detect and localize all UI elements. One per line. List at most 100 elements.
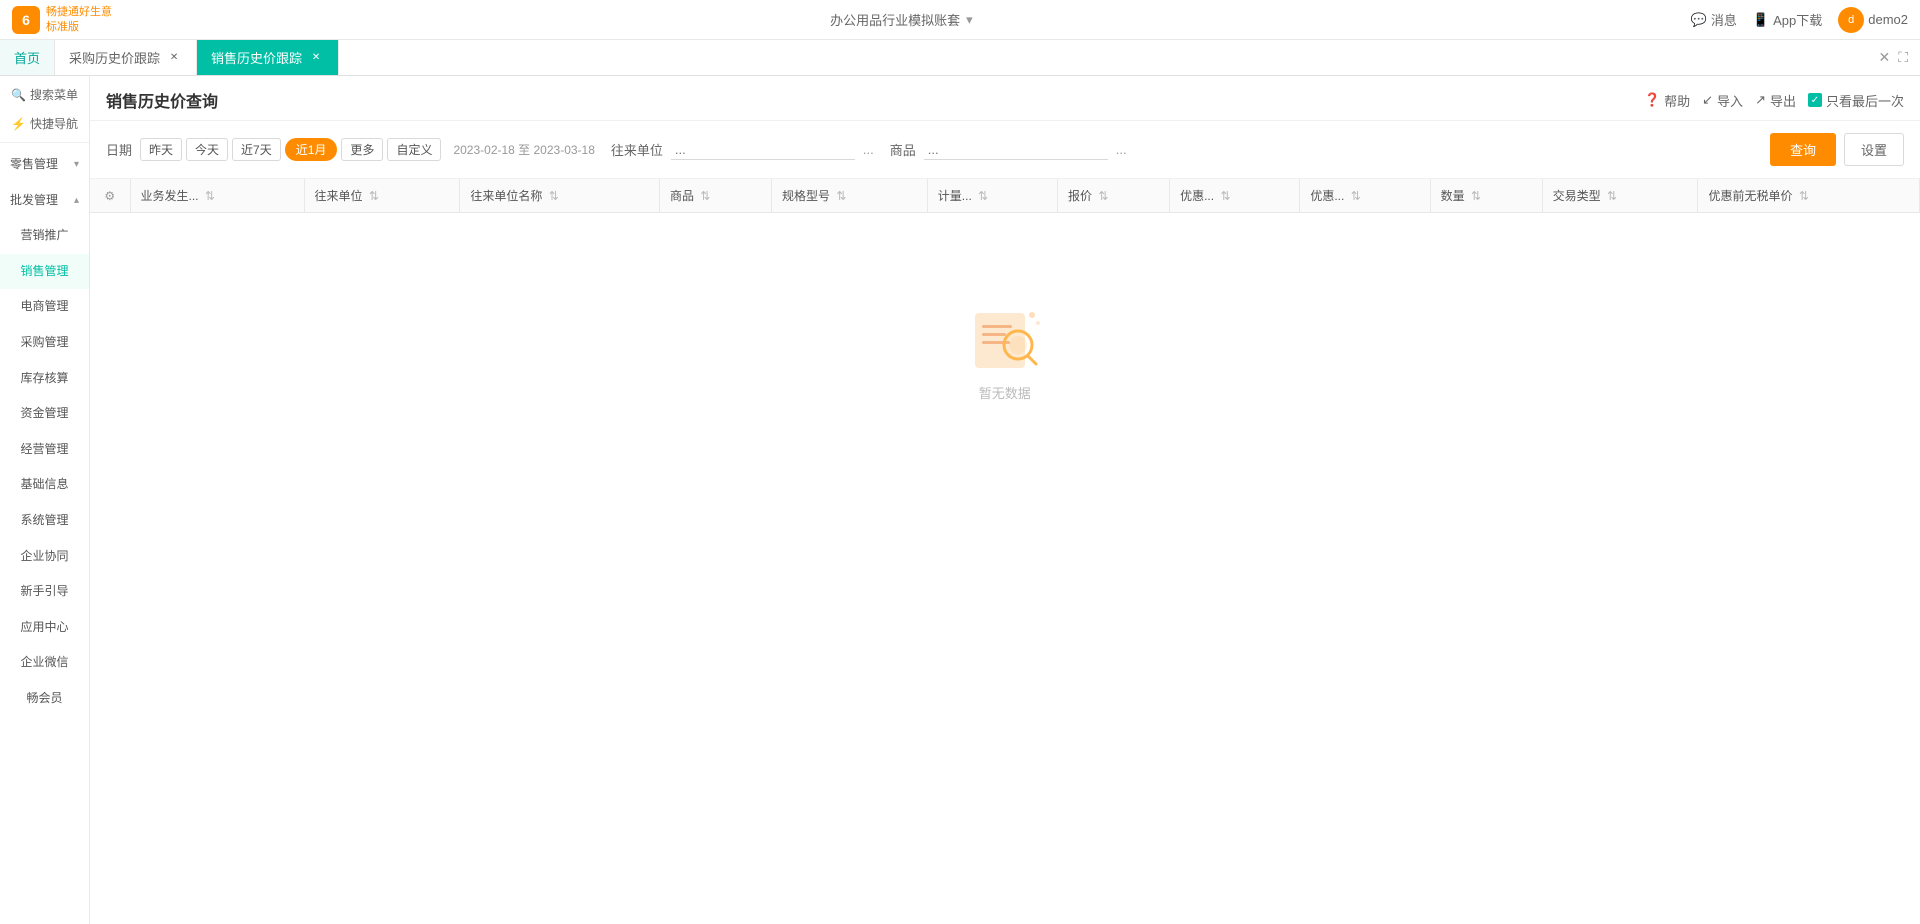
logo-line2: 标准版 (46, 20, 112, 34)
date-range-display: 2023-02-18 至 2023-03-18 (453, 141, 594, 158)
empty-state: 暂无数据 (90, 213, 1920, 482)
gear-icon[interactable]: ⚙ (104, 189, 115, 203)
date-btn-7days[interactable]: 近7天 (232, 138, 281, 161)
col-partner-name[interactable]: 往来单位名称 ⇅ (460, 179, 660, 213)
main-layout: 🔍 搜索菜单 ⚡ 快捷导航 零售管理 ▾ 批发管理 ▴ 营销推广 销售管理 电商… (0, 76, 1920, 924)
only-last-once-checkbox[interactable]: ✓ 只看最后一次 (1808, 91, 1904, 110)
query-button[interactable]: 查询 (1770, 133, 1836, 166)
sort-arrows-quantity: ⇅ (1471, 189, 1481, 203)
sidebar: 🔍 搜索菜单 ⚡ 快捷导航 零售管理 ▾ 批发管理 ▴ 营销推广 销售管理 电商… (0, 76, 90, 924)
sidebar-item-apps[interactable]: 应用中心 (0, 610, 89, 646)
col-product[interactable]: 商品 ⇅ (659, 179, 771, 213)
sidebar-item-guide[interactable]: 新手引导 (0, 574, 89, 610)
sidebar-divider-1 (0, 142, 89, 143)
tab-purchase-history-label: 采购历史价跟踪 (69, 48, 160, 67)
app-download-button[interactable]: 📱 App下载 (1753, 10, 1822, 29)
sidebar-item-system[interactable]: 系统管理 (0, 503, 89, 539)
quick-nav-icon: ⚡ (11, 117, 26, 131)
col-trade-type[interactable]: 交易类型 ⇅ (1542, 179, 1698, 213)
col-pre-tax-price[interactable]: 优惠前无税单价 ⇅ (1698, 179, 1920, 213)
sort-arrows-discount1: ⇅ (1220, 189, 1230, 203)
sidebar-item-wholesale[interactable]: 批发管理 ▴ (0, 183, 89, 219)
date-btn-more[interactable]: 更多 (341, 138, 383, 161)
search-icon: 🔍 (11, 88, 26, 102)
col-quantity[interactable]: 数量 ⇅ (1430, 179, 1542, 213)
export-button[interactable]: ↗ 导出 (1755, 91, 1796, 110)
table-wrapper: ⚙ 业务发生... ⇅ 往来单位 ⇅ 往来单位名称 (90, 179, 1920, 482)
logo-line1: 畅捷通好生意 (46, 5, 112, 19)
empty-state-text: 暂无数据 (979, 383, 1031, 402)
page-header: 销售历史价查询 ❓ 帮助 ↙ 导入 ↗ 导出 ✓ (90, 76, 1920, 121)
date-filter-group: 日期 昨天 今天 近7天 近1月 更多 自定义 2023-02-18 至 202… (106, 138, 595, 161)
tabbar-actions: ✕ ⛶ (1866, 40, 1920, 75)
date-btn-today[interactable]: 今天 (186, 138, 228, 161)
sidebar-item-purchase[interactable]: 采购管理 (0, 325, 89, 361)
setting-button[interactable]: 设置 (1844, 133, 1904, 166)
product-filter-input[interactable] (924, 140, 1108, 160)
sidebar-search[interactable]: 🔍 搜索菜单 (0, 76, 89, 109)
maximize-button[interactable]: ⛶ (1898, 49, 1908, 66)
user-area[interactable]: d demo2 (1838, 7, 1908, 33)
chat-button[interactable]: 💬 消息 (1691, 10, 1737, 29)
topbar-left: 6 畅捷通好生意 标准版 (12, 5, 112, 34)
partner-filter-label: 往来单位 (611, 140, 663, 159)
logo-icon: 6 (12, 6, 40, 34)
sidebar-item-enterprise[interactable]: 企业协同 (0, 539, 89, 575)
sort-arrows-pre-tax-price: ⇅ (1799, 189, 1809, 203)
sidebar-item-sales[interactable]: 销售管理 (0, 254, 89, 290)
product-filter-label: 商品 (890, 140, 916, 159)
app-selector[interactable]: 办公用品行业模拟账套 ▾ (830, 10, 973, 29)
import-icon: ↙ (1702, 92, 1713, 108)
sort-arrows-spec: ⇅ (836, 189, 846, 203)
topbar: 6 畅捷通好生意 标准版 办公用品行业模拟账套 ▾ 💬 消息 📱 App下载 d… (0, 0, 1920, 40)
sidebar-item-basic[interactable]: 基础信息 (0, 467, 89, 503)
date-btn-1month[interactable]: 近1月 (285, 138, 338, 161)
col-settings[interactable]: ⚙ (90, 179, 130, 213)
col-partner-code[interactable]: 往来单位 ⇅ (304, 179, 460, 213)
tab-sales-history-close[interactable]: ✕ (308, 50, 324, 66)
sidebar-item-member[interactable]: 畅会员 (0, 681, 89, 717)
date-filter-label: 日期 (106, 140, 132, 159)
table-header-row: ⚙ 业务发生... ⇅ 往来单位 ⇅ 往来单位名称 (90, 179, 1920, 213)
app-selector-dropdown-icon[interactable]: ▾ (966, 12, 973, 28)
table-header: ⚙ 业务发生... ⇅ 往来单位 ⇅ 往来单位名称 (90, 179, 1920, 213)
tab-purchase-history[interactable]: 采购历史价跟踪 ✕ (55, 40, 197, 75)
close-all-tabs-button[interactable]: ✕ (1878, 49, 1890, 66)
col-spec[interactable]: 规格型号 ⇅ (771, 179, 927, 213)
sidebar-item-inventory[interactable]: 库存核算 (0, 361, 89, 397)
sidebar-item-operation[interactable]: 经营管理 (0, 432, 89, 468)
col-biz-date[interactable]: 业务发生... ⇅ (130, 179, 304, 213)
sidebar-item-retail[interactable]: 零售管理 ▾ (0, 147, 89, 183)
col-discount2[interactable]: 优惠... ⇅ (1300, 179, 1430, 213)
tab-purchase-history-close[interactable]: ✕ (166, 50, 182, 66)
sort-arrows-quote: ⇅ (1098, 189, 1108, 203)
tab-home[interactable]: 首页 (0, 40, 55, 75)
sidebar-item-wechat[interactable]: 企业微信 (0, 645, 89, 681)
sort-arrows-partner-name: ⇅ (549, 189, 559, 203)
date-btn-yesterday[interactable]: 昨天 (140, 138, 182, 161)
partner-more-icon[interactable]: ... (863, 142, 874, 157)
retail-expand-icon: ▾ (74, 159, 79, 170)
help-icon: ❓ (1644, 92, 1660, 108)
col-discount1[interactable]: 优惠... ⇅ (1170, 179, 1300, 213)
page-actions: ❓ 帮助 ↙ 导入 ↗ 导出 ✓ 只看最后一次 (1644, 91, 1904, 110)
col-quote[interactable]: 报价 ⇅ (1058, 179, 1170, 213)
col-unit[interactable]: 计量... ⇅ (927, 179, 1057, 213)
phone-icon: 📱 (1753, 12, 1769, 28)
sidebar-item-ecommerce[interactable]: 电商管理 (0, 289, 89, 325)
partner-filter-input[interactable] (671, 140, 855, 160)
wholesale-collapse-icon: ▴ (74, 195, 79, 206)
sort-arrows-biz-date: ⇅ (205, 189, 215, 203)
product-more-icon[interactable]: ... (1116, 142, 1127, 157)
logo-area: 6 畅捷通好生意 标准版 (12, 5, 112, 34)
sidebar-item-finance[interactable]: 资金管理 (0, 396, 89, 432)
tab-sales-history-label: 销售历史价跟踪 (211, 48, 302, 67)
tab-sales-history[interactable]: 销售历史价跟踪 ✕ (197, 40, 339, 75)
sidebar-quick-nav[interactable]: ⚡ 快捷导航 (0, 109, 89, 138)
date-btn-custom[interactable]: 自定义 (387, 138, 441, 161)
import-button[interactable]: ↙ 导入 (1702, 91, 1743, 110)
product-filter-group: 商品 ... (890, 140, 1127, 160)
sort-arrows-trade-type: ⇅ (1607, 189, 1617, 203)
sidebar-item-marketing[interactable]: 营销推广 (0, 218, 89, 254)
help-button[interactable]: ❓ 帮助 (1644, 91, 1690, 110)
